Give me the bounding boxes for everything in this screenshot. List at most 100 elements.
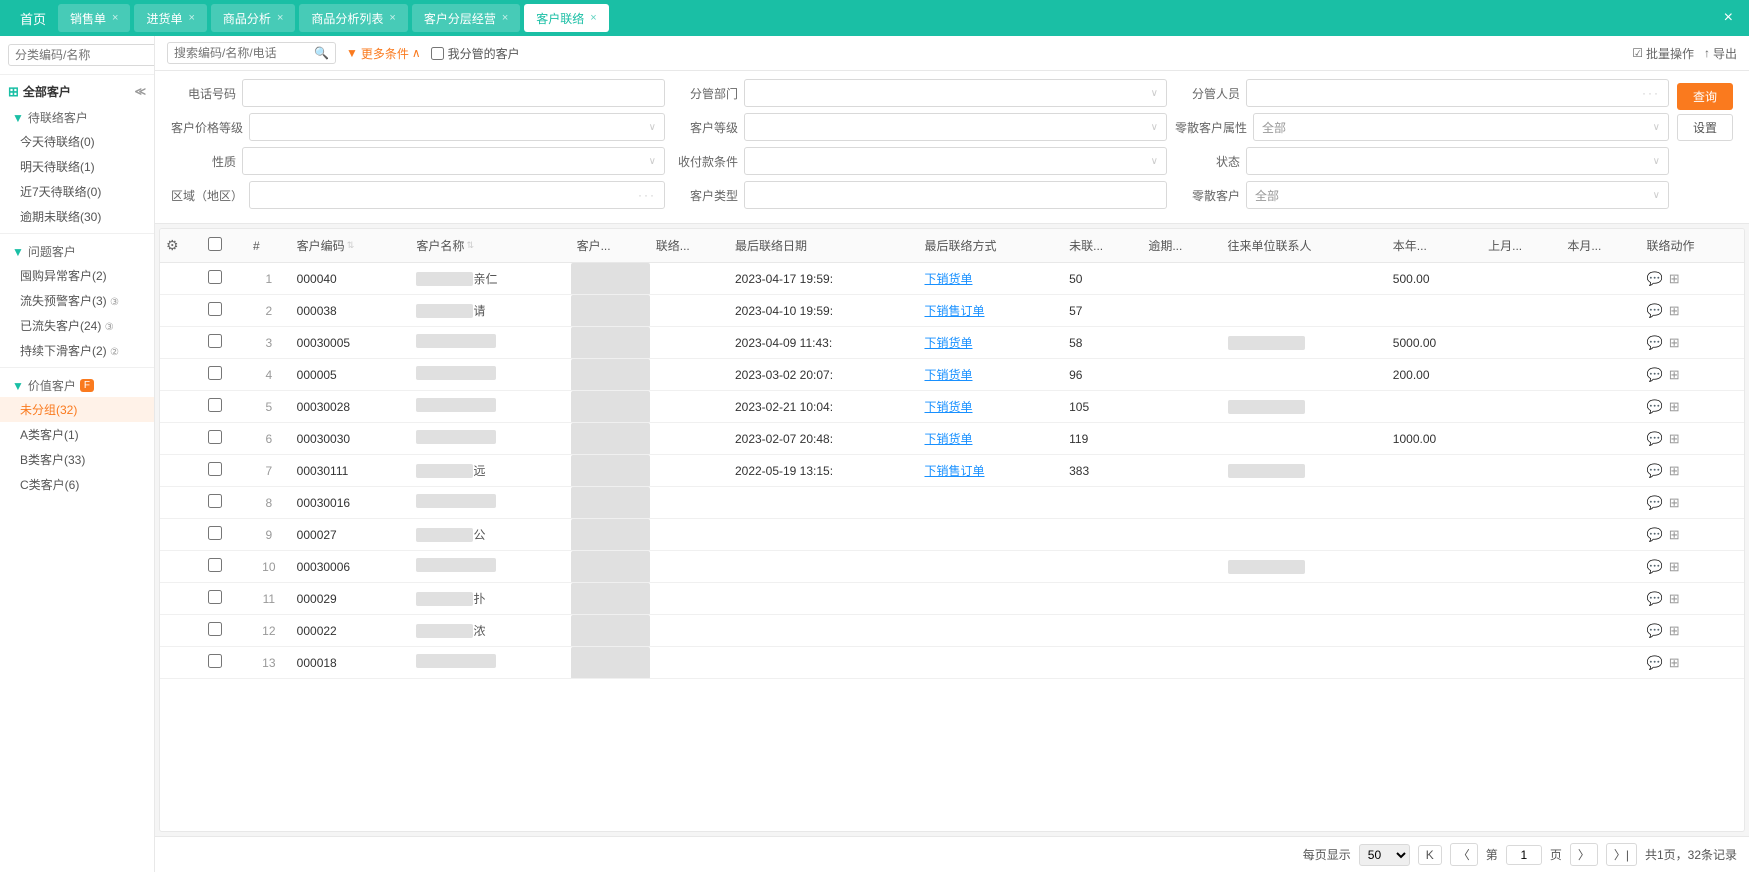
- collapse-icon[interactable]: ≪: [134, 85, 146, 98]
- message-action-icon[interactable]: 💬: [1647, 399, 1663, 415]
- row-check-cell[interactable]: [202, 423, 247, 455]
- grid-action-icon[interactable]: ⊞: [1669, 335, 1680, 351]
- more-conditions-btn[interactable]: ▼ 更多条件 ∧: [346, 45, 421, 62]
- row-checkbox[interactable]: [208, 334, 222, 348]
- row-checkbox[interactable]: [208, 590, 222, 604]
- message-action-icon[interactable]: 💬: [1647, 335, 1663, 351]
- value-customers-section[interactable]: ▼ 价值客户 F: [0, 372, 154, 397]
- grid-action-icon[interactable]: ⊞: [1669, 463, 1680, 479]
- cust-type-input[interactable]: [744, 181, 1167, 209]
- th-settings[interactable]: ⚙: [160, 229, 202, 263]
- close-sales-icon[interactable]: ×: [112, 12, 118, 24]
- row-checkbox[interactable]: [208, 398, 222, 412]
- message-action-icon[interactable]: 💬: [1647, 431, 1663, 447]
- row-checkbox[interactable]: [208, 366, 222, 380]
- message-action-icon[interactable]: 💬: [1647, 655, 1663, 671]
- page-size-select[interactable]: 50 100: [1359, 844, 1410, 866]
- main-search-icon[interactable]: 🔍: [314, 46, 329, 60]
- message-action-icon[interactable]: 💬: [1647, 527, 1663, 543]
- batch-ops-btn[interactable]: ☑ 批量操作: [1632, 45, 1694, 62]
- row-checkbox[interactable]: [208, 558, 222, 572]
- last-way-link[interactable]: 下销货单: [924, 336, 972, 350]
- row-check-cell[interactable]: [202, 551, 247, 583]
- sidebar-item-class-c[interactable]: C类客户(6): [0, 472, 154, 497]
- main-search-input[interactable]: [174, 46, 314, 60]
- sidebar-item-overdue[interactable]: 逾期未联络(30): [0, 204, 154, 229]
- row-checkbox[interactable]: [208, 270, 222, 284]
- problem-customers-section[interactable]: ▼ 问题客户: [0, 238, 154, 263]
- row-check-cell[interactable]: [202, 583, 247, 615]
- row-checkbox[interactable]: [208, 462, 222, 476]
- reset-button[interactable]: 设置: [1677, 114, 1733, 141]
- th-code[interactable]: 客户编码⇅: [291, 229, 411, 263]
- message-action-icon[interactable]: 💬: [1647, 463, 1663, 479]
- customer-level-select[interactable]: ∨: [744, 113, 1167, 141]
- message-action-icon[interactable]: 💬: [1647, 367, 1663, 383]
- sidebar-item-churned[interactable]: 已流失客户(24) ③: [0, 313, 154, 338]
- my-customers-checkbox-label[interactable]: 我分管的客户: [431, 45, 520, 62]
- row-check-cell[interactable]: [202, 263, 247, 295]
- row-checkbox[interactable]: [208, 622, 222, 636]
- row-checkbox[interactable]: [208, 302, 222, 316]
- grid-action-icon[interactable]: ⊞: [1669, 591, 1680, 607]
- row-checkbox[interactable]: [208, 526, 222, 540]
- last-way-link[interactable]: 下销货单: [924, 432, 972, 446]
- close-purchase-icon[interactable]: ×: [188, 12, 194, 24]
- grid-action-icon[interactable]: ⊞: [1669, 559, 1680, 575]
- retail-select[interactable]: 全部 ∨: [1246, 181, 1669, 209]
- phone-input[interactable]: [242, 79, 665, 107]
- grid-action-icon[interactable]: ⊞: [1669, 271, 1680, 287]
- row-check-cell[interactable]: [202, 487, 247, 519]
- sidebar-item-ungroup[interactable]: 未分组(32): [0, 397, 154, 422]
- sidebar-item-class-a[interactable]: A类客户(1): [0, 422, 154, 447]
- th-name[interactable]: 客户名称⇅: [410, 229, 570, 263]
- message-action-icon[interactable]: 💬: [1647, 591, 1663, 607]
- export-btn[interactable]: ↑ 导出: [1704, 45, 1737, 62]
- nature-select[interactable]: ∨: [242, 147, 665, 175]
- last-way-link[interactable]: 下销货单: [924, 272, 972, 286]
- payment-select[interactable]: ∨: [744, 147, 1167, 175]
- nav-tab-product-list[interactable]: 商品分析列表 ×: [299, 4, 407, 32]
- sidebar-item-declining[interactable]: 持续下滑客户(2) ②: [0, 338, 154, 363]
- message-action-icon[interactable]: 💬: [1647, 271, 1663, 287]
- sidebar-search-input[interactable]: [8, 44, 155, 66]
- sidebar-item-hoarding[interactable]: 囤购异常客户(2): [0, 263, 154, 288]
- all-customers-group[interactable]: ⊞ 全部客户 ≪: [0, 75, 154, 104]
- query-button[interactable]: 查询: [1677, 83, 1733, 110]
- row-check-cell[interactable]: [202, 359, 247, 391]
- last-way-link[interactable]: 下销售订单: [924, 304, 984, 318]
- settings-icon[interactable]: ⚙: [166, 237, 179, 253]
- close-customer-contact-icon[interactable]: ×: [590, 12, 596, 24]
- row-check-cell[interactable]: [202, 519, 247, 551]
- region-input[interactable]: ···: [249, 181, 665, 209]
- grid-action-icon[interactable]: ⊞: [1669, 623, 1680, 639]
- message-action-icon[interactable]: 💬: [1647, 495, 1663, 511]
- close-product-list-icon[interactable]: ×: [389, 12, 395, 24]
- nav-tab-customer-contact[interactable]: 客户联络 ×: [524, 4, 608, 32]
- sidebar-item-tomorrow[interactable]: 明天待联络(1): [0, 154, 154, 179]
- th-check[interactable]: [202, 229, 247, 263]
- page-input[interactable]: [1506, 845, 1542, 865]
- nav-tab-product-analysis[interactable]: 商品分析 ×: [211, 4, 295, 32]
- grid-action-icon[interactable]: ⊞: [1669, 303, 1680, 319]
- window-close-button[interactable]: ×: [1716, 9, 1741, 27]
- select-all-checkbox[interactable]: [208, 237, 222, 251]
- message-action-icon[interactable]: 💬: [1647, 623, 1663, 639]
- nav-tab-sales[interactable]: 销售单 ×: [58, 4, 130, 32]
- dept-select[interactable]: ∨: [744, 79, 1167, 107]
- message-action-icon[interactable]: 💬: [1647, 559, 1663, 575]
- sidebar-item-class-b[interactable]: B类客户(33): [0, 447, 154, 472]
- price-level-select[interactable]: ∨: [249, 113, 665, 141]
- grid-action-icon[interactable]: ⊞: [1669, 399, 1680, 415]
- row-checkbox[interactable]: [208, 430, 222, 444]
- close-product-analysis-icon[interactable]: ×: [277, 12, 283, 24]
- sidebar-item-today[interactable]: 今天待联络(0): [0, 129, 154, 154]
- grid-action-icon[interactable]: ⊞: [1669, 495, 1680, 511]
- row-check-cell[interactable]: [202, 615, 247, 647]
- my-customers-checkbox[interactable]: [431, 47, 444, 60]
- sidebar-item-churn-warn[interactable]: 流失预警客户(3) ③: [0, 288, 154, 313]
- home-tab[interactable]: 首页: [8, 9, 58, 28]
- close-customer-tier-icon[interactable]: ×: [502, 12, 508, 24]
- message-action-icon[interactable]: 💬: [1647, 303, 1663, 319]
- row-checkbox[interactable]: [208, 494, 222, 508]
